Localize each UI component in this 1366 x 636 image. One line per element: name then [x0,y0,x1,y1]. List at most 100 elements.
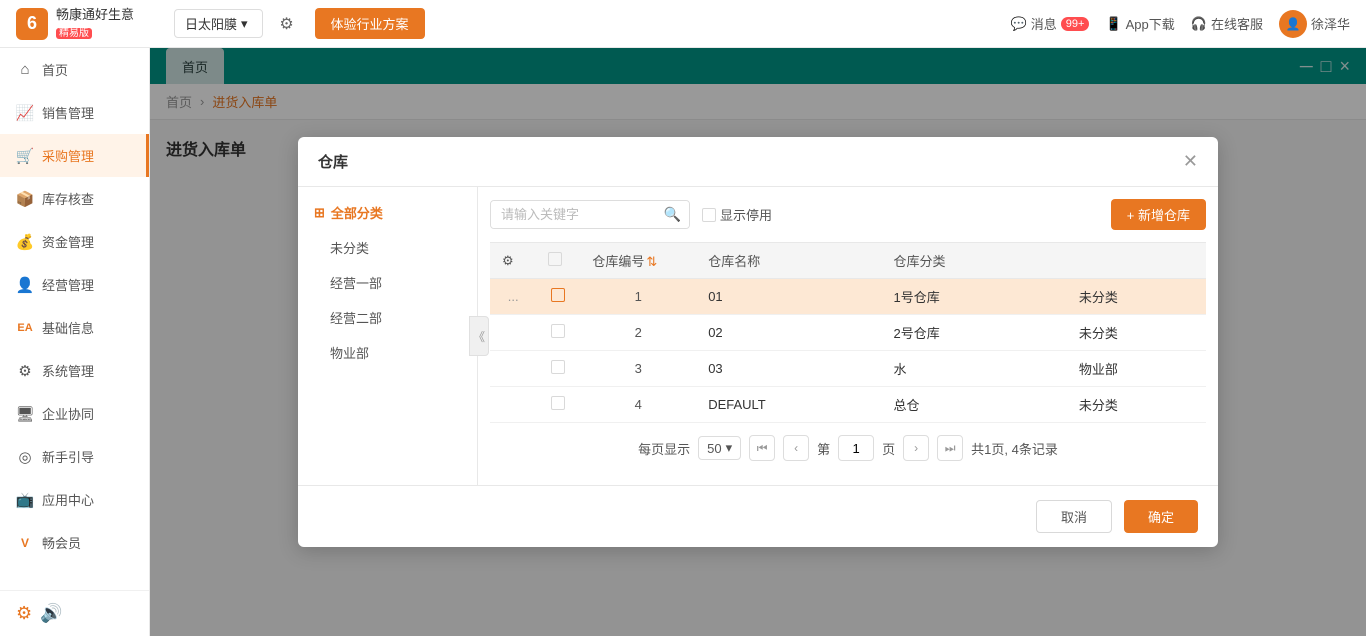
row-gear-3 [490,387,536,423]
system-icon: ⚙ [16,362,34,380]
search-icon: 🔍 [664,206,681,223]
sidebar-label-member: 畅会员 [42,533,81,552]
sidebar-item-guide[interactable]: ◎ 新手引导 [0,435,149,478]
dialog-title: 仓库 [318,151,348,172]
headset-icon: 🎧 [1191,16,1207,32]
content-area: 首页 ─ □ × 首页 › 进货入库单 进货入库单 仓库 ✕ [150,48,1366,636]
user-item[interactable]: 👤 徐泽华 [1279,10,1350,38]
page-first-btn[interactable]: ⏮ [749,435,775,461]
page-prev-btn[interactable]: ‹ [783,435,809,461]
sales-icon: 📈 [16,104,34,122]
page-next-btn[interactable]: › [903,435,929,461]
page-summary: 共1页, 4条记录 [971,439,1058,458]
store-selector[interactable]: 日太阳膜 ▾ [174,9,263,38]
header-checkbox[interactable] [548,252,562,266]
sidebar-settings-icon[interactable]: ⚙ [16,603,32,624]
mobile-icon: 📱 [1105,16,1121,32]
sidebar-item-home[interactable]: ⌂ 首页 [0,48,149,91]
row-check-2[interactable] [536,351,580,387]
settings-icon[interactable]: ⚙ [271,8,303,40]
dialog-body: ⊞ 全部分类 未分类 经营一部 经营二部 物业部 《 [298,187,1218,485]
row-check-0[interactable] [536,279,580,315]
table-row[interactable]: ... 1 01 1号仓库 未分类 [490,279,1206,315]
collab-icon: 🖥 [16,405,34,423]
col-header-code[interactable]: 仓库编号⇅ [580,243,696,279]
online-service-item[interactable]: 🎧 在线客服 [1191,14,1263,33]
row-category-2: 物业部 [1067,351,1206,387]
sidebar-label-basic: 基础信息 [42,318,94,337]
search-input[interactable] [491,201,689,228]
logo-text: 畅康通好生意 精易版 [56,7,134,41]
sidebar-item-inventory[interactable]: 📦 库存核查 [0,177,149,220]
notification-badge: 99+ [1061,17,1090,31]
col-header-name: 仓库名称 [696,243,881,279]
sidebar-label-collab: 企业协同 [42,404,94,423]
row-category-0: 未分类 [1067,279,1206,315]
topbar: 6 畅康通好生意 精易版 日太阳膜 ▾ ⚙ 体验行业方案 💬 消息 99+ 📱 … [0,0,1366,48]
dialog-footer: 取消 确定 [298,485,1218,547]
trial-button[interactable]: 体验行业方案 [315,8,425,39]
sidebar-sound-icon[interactable]: 🔊 [40,603,62,624]
category-item-property[interactable]: 物业部 [298,335,477,370]
page-size-select[interactable]: 50 ▾ [698,436,741,460]
category-item-dept2[interactable]: 经营二部 [298,300,477,335]
cancel-button[interactable]: 取消 [1036,500,1112,533]
pagination: 每页显示 50 ▾ ⏮ ‹ 第 页 › ⏭ 共1页 [490,423,1206,473]
row-seq-2: 3 [580,351,696,387]
category-collapse-btn[interactable]: 《 [469,316,489,356]
row-name-1: 2号仓库 [882,315,1067,351]
disabled-checkbox[interactable] [702,208,716,222]
show-disabled-toggle[interactable]: 显示停用 [702,205,772,224]
row-code-3: DEFAULT [696,387,881,423]
sidebar-item-basic[interactable]: EA 基础信息 [0,306,149,349]
sidebar-item-collab[interactable]: 🖥 企业协同 [0,392,149,435]
online-service-label: 在线客服 [1211,14,1263,33]
sidebar: ⌂ 首页 📈 销售管理 🛒 采购管理 📦 库存核查 💰 资金管理 👤 经营管理 … [0,48,150,636]
per-page-label: 每页显示 [638,439,690,458]
chevron-down-icon: ▾ [241,16,248,32]
sidebar-label-inventory: 库存核查 [42,189,94,208]
confirm-button[interactable]: 确定 [1124,500,1198,533]
category-panel: ⊞ 全部分类 未分类 经营一部 经营二部 物业部 《 [298,187,478,485]
app-download-item[interactable]: 📱 App下载 [1105,14,1174,33]
page-last-btn[interactable]: ⏭ [937,435,963,461]
row-name-3: 总仓 [882,387,1067,423]
sidebar-item-management[interactable]: 👤 经营管理 [0,263,149,306]
table-toolbar: 🔍 显示停用 + 新增仓库 [490,199,1206,230]
row-check-3[interactable] [536,387,580,423]
management-icon: 👤 [16,276,34,294]
row-seq-1: 2 [580,315,696,351]
row-category-1: 未分类 [1067,315,1206,351]
sidebar-item-member[interactable]: V 畅会员 [0,521,149,564]
sort-code-icon: ⇅ [646,254,657,269]
sidebar-item-system[interactable]: ⚙ 系统管理 [0,349,149,392]
warehouse-table: ⚙ 仓库编号⇅ 仓库名称 仓库分类 [490,242,1206,423]
category-all-label: 全部分类 [331,203,383,222]
basic-icon: EA [16,319,34,337]
category-item-unclassified[interactable]: 未分类 [298,230,477,265]
table-row[interactable]: 2 02 2号仓库 未分类 [490,315,1206,351]
add-warehouse-button[interactable]: + 新增仓库 [1111,199,1206,230]
row-code-1: 02 [696,315,881,351]
category-item-dept1[interactable]: 经营一部 [298,265,477,300]
sidebar-item-purchase[interactable]: 🛒 采购管理 [0,134,149,177]
notification-item[interactable]: 💬 消息 99+ [1011,14,1090,33]
row-seq-3: 4 [580,387,696,423]
message-icon: 💬 [1011,16,1027,32]
logo-area: 6 畅康通好生意 精易版 [16,7,166,41]
finance-icon: 💰 [16,233,34,251]
table-row[interactable]: 4 DEFAULT 总仓 未分类 [490,387,1206,423]
page-label: 页 [882,439,895,458]
table-row[interactable]: 3 03 水 物业部 [490,351,1206,387]
row-check-1[interactable] [536,315,580,351]
sidebar-label-system: 系统管理 [42,361,94,380]
row-code-0: 01 [696,279,881,315]
dialog-close-icon[interactable]: ✕ [1183,151,1198,172]
sidebar-item-finance[interactable]: 💰 资金管理 [0,220,149,263]
row-name-0: 1号仓库 [882,279,1067,315]
page-number-input[interactable] [838,435,874,461]
category-all[interactable]: ⊞ 全部分类 [298,195,477,230]
col-header-check [536,243,580,279]
sidebar-item-appcenter[interactable]: 📺 应用中心 [0,478,149,521]
sidebar-item-sales[interactable]: 📈 销售管理 [0,91,149,134]
